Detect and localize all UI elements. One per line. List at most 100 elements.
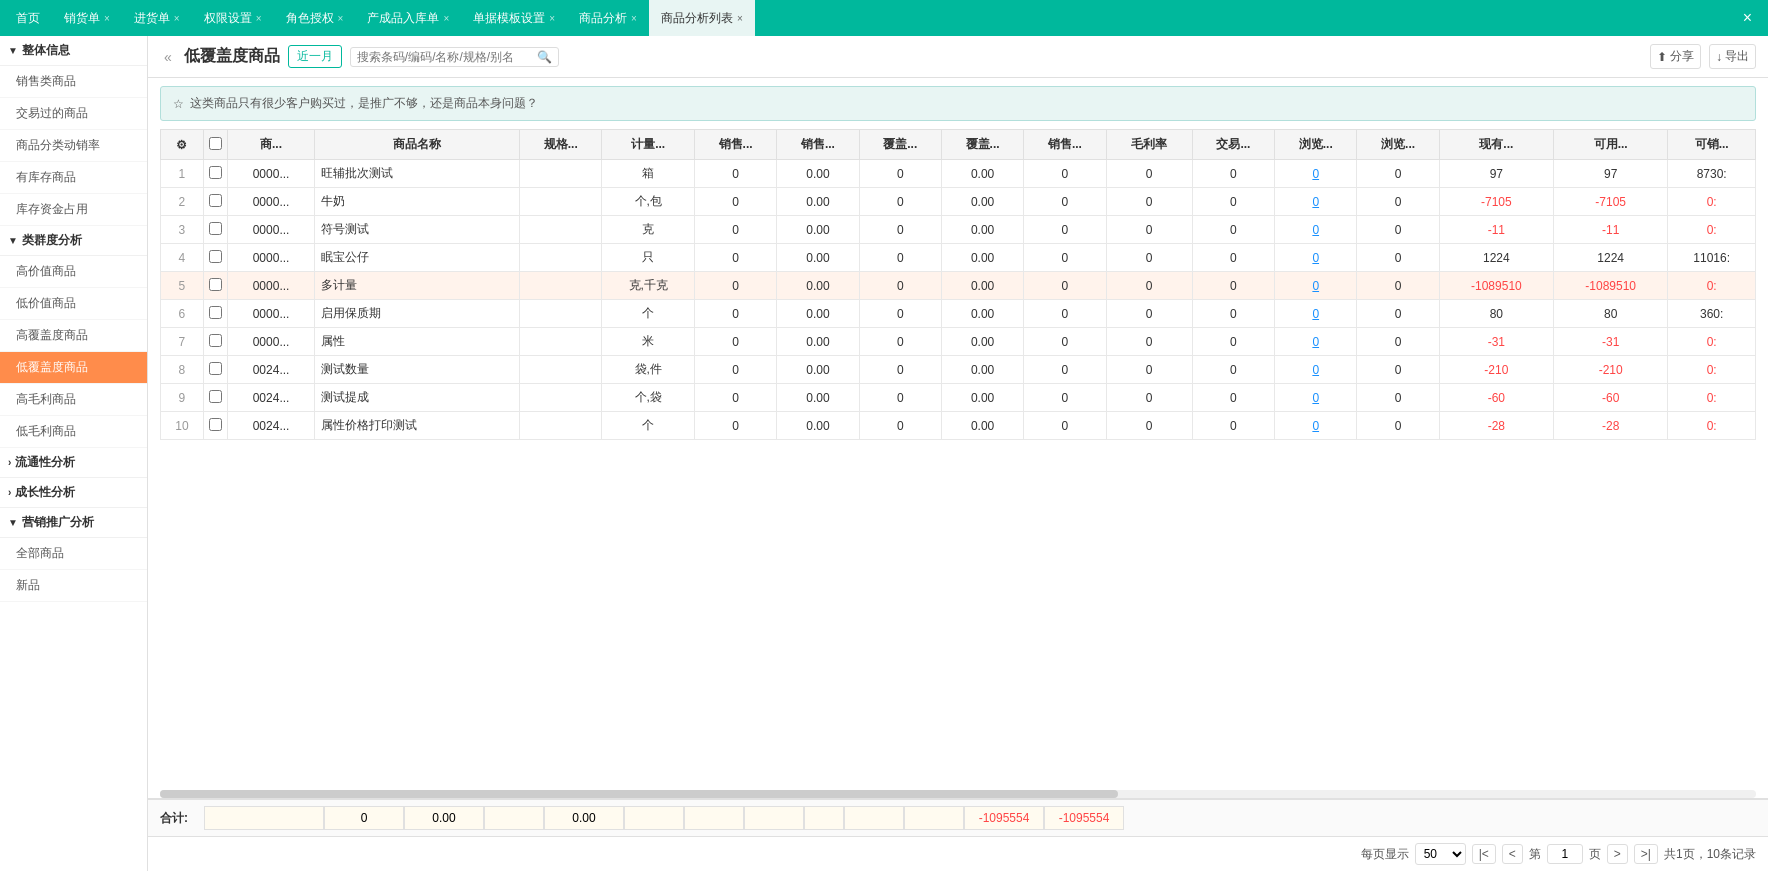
col-stock-avail[interactable]: 可用... (1554, 130, 1668, 160)
col-sales-qty[interactable]: 销售... (694, 130, 776, 160)
sidebar-group-growth[interactable]: › 成长性分析 (0, 478, 147, 508)
collapse-button[interactable]: « (160, 47, 176, 67)
row-spec (520, 216, 602, 244)
prev-page-button[interactable]: < (1502, 844, 1523, 864)
col-cover1[interactable]: 覆盖... (859, 130, 941, 160)
row-checkbox[interactable] (209, 418, 222, 431)
sidebar-item-new-goods[interactable]: 新品 (0, 570, 147, 602)
row-checkbox[interactable] (209, 250, 222, 263)
row-checkbox[interactable] (209, 362, 222, 375)
row-browse1[interactable]: 0 (1275, 300, 1357, 328)
sidebar-item-low-value[interactable]: 低价值商品 (0, 288, 147, 320)
nav-close-goods-analysis[interactable]: × (631, 13, 637, 24)
nav-close-product-inbound[interactable]: × (443, 13, 449, 24)
row-browse1[interactable]: 0 (1275, 272, 1357, 300)
row-browse1[interactable]: 0 (1275, 188, 1357, 216)
row-browse1[interactable]: 0 (1275, 384, 1357, 412)
row-checkbox[interactable] (209, 194, 222, 207)
sidebar-item-low-margin[interactable]: 低毛利商品 (0, 416, 147, 448)
next-page-button[interactable]: > (1607, 844, 1628, 864)
page-number-input[interactable] (1547, 844, 1583, 864)
col-sales3[interactable]: 销售... (1024, 130, 1106, 160)
horizontal-scrollbar[interactable] (160, 790, 1756, 798)
col-settings[interactable]: ⚙ (161, 130, 204, 160)
col-unit[interactable]: 计量... (602, 130, 695, 160)
row-checkbox[interactable] (209, 306, 222, 319)
sidebar-item-high-coverage[interactable]: 高覆盖度商品 (0, 320, 147, 352)
sidebar-item-traded-goods[interactable]: 交易过的商品 (0, 98, 147, 130)
row-browse1[interactable]: 0 (1275, 412, 1357, 440)
export-button[interactable]: ↓ 导出 (1709, 44, 1756, 69)
date-filter-button[interactable]: 近一月 (288, 45, 342, 68)
row-checkbox[interactable] (209, 222, 222, 235)
nav-item-permission[interactable]: 权限设置 × (192, 0, 274, 36)
sidebar-group-circulation[interactable]: › 流通性分析 (0, 448, 147, 478)
row-spec (520, 300, 602, 328)
search-input[interactable] (357, 50, 537, 64)
col-cover2[interactable]: 覆盖... (941, 130, 1023, 160)
page-size-select[interactable]: 50 100 200 (1415, 843, 1466, 865)
row-checkbox[interactable] (209, 334, 222, 347)
table-footer: 合计: 0 0.00 0.00 -1095554 -1095554 (148, 798, 1768, 836)
col-trade[interactable]: 交易... (1192, 130, 1274, 160)
arrow-icon-marketing: ▼ (8, 517, 18, 528)
col-sales-amt[interactable]: 销售... (777, 130, 859, 160)
sidebar-item-stock-capital[interactable]: 库存资金占用 (0, 194, 147, 226)
row-browse1[interactable]: 0 (1275, 356, 1357, 384)
row-unit: 箱 (602, 160, 695, 188)
nav-item-purchase[interactable]: 进货单 × (122, 0, 192, 36)
sidebar-group-marketing[interactable]: ▼ 营销推广分析 (0, 508, 147, 538)
row-browse1[interactable]: 0 (1275, 244, 1357, 272)
nav-close-goods-analysis-list[interactable]: × (737, 13, 743, 24)
row-spec (520, 384, 602, 412)
col-code[interactable]: 商... (227, 130, 314, 160)
nav-close-purchase[interactable]: × (174, 13, 180, 24)
row-browse1[interactable]: 0 (1275, 216, 1357, 244)
sidebar-item-has-stock[interactable]: 有库存商品 (0, 162, 147, 194)
col-browse2[interactable]: 浏览... (1357, 130, 1439, 160)
col-spec[interactable]: 规格... (520, 130, 602, 160)
nav-item-home[interactable]: 首页 (4, 0, 52, 36)
sidebar-item-low-coverage[interactable]: 低覆盖度商品 (0, 352, 147, 384)
nav-close-permission[interactable]: × (256, 13, 262, 24)
share-button[interactable]: ⬆ 分享 (1650, 44, 1701, 69)
row-stock-avail: -28 (1554, 412, 1668, 440)
row-checkbox[interactable] (209, 278, 222, 291)
sidebar-group-overall[interactable]: ▼ 整体信息 (0, 36, 147, 66)
row-browse1[interactable]: 0 (1275, 160, 1357, 188)
row-unit: 克,千克 (602, 272, 695, 300)
select-all-checkbox[interactable] (209, 137, 222, 150)
sidebar-item-sales-goods[interactable]: 销售类商品 (0, 66, 147, 98)
col-stock-sale[interactable]: 可销... (1668, 130, 1756, 160)
sidebar-item-high-value[interactable]: 高价值商品 (0, 256, 147, 288)
row-margin: 0 (1106, 188, 1192, 216)
search-icon[interactable]: 🔍 (537, 50, 552, 64)
row-trade: 0 (1192, 300, 1274, 328)
window-close-button[interactable]: × (1731, 0, 1764, 36)
sidebar-group-cluster[interactable]: ▼ 类群度分析 (0, 226, 147, 256)
row-stock-cur: -1089510 (1439, 272, 1553, 300)
col-name[interactable]: 商品名称 (315, 130, 520, 160)
nav-item-sales[interactable]: 销货单 × (52, 0, 122, 36)
nav-item-goods-analysis[interactable]: 商品分析 × (567, 0, 649, 36)
col-stock-cur[interactable]: 现有... (1439, 130, 1553, 160)
row-browse1[interactable]: 0 (1275, 328, 1357, 356)
nav-item-goods-analysis-list[interactable]: 商品分析列表 × (649, 0, 755, 36)
nav-close-template[interactable]: × (549, 13, 555, 24)
arrow-icon-growth: › (8, 487, 11, 498)
col-browse1[interactable]: 浏览... (1275, 130, 1357, 160)
sidebar-item-all-goods[interactable]: 全部商品 (0, 538, 147, 570)
nav-item-role[interactable]: 角色授权 × (274, 0, 356, 36)
nav-close-sales[interactable]: × (104, 13, 110, 24)
row-cover2: 0.00 (941, 272, 1023, 300)
row-checkbox[interactable] (209, 390, 222, 403)
nav-item-template[interactable]: 单据模板设置 × (461, 0, 567, 36)
sidebar-item-high-margin[interactable]: 高毛利商品 (0, 384, 147, 416)
last-page-button[interactable]: >| (1634, 844, 1658, 864)
first-page-button[interactable]: |< (1472, 844, 1496, 864)
row-checkbox[interactable] (209, 166, 222, 179)
col-margin[interactable]: 毛利率 (1106, 130, 1192, 160)
nav-item-product-inbound[interactable]: 产成品入库单 × (355, 0, 461, 36)
nav-close-role[interactable]: × (338, 13, 344, 24)
sidebar-item-category-rate[interactable]: 商品分类动销率 (0, 130, 147, 162)
